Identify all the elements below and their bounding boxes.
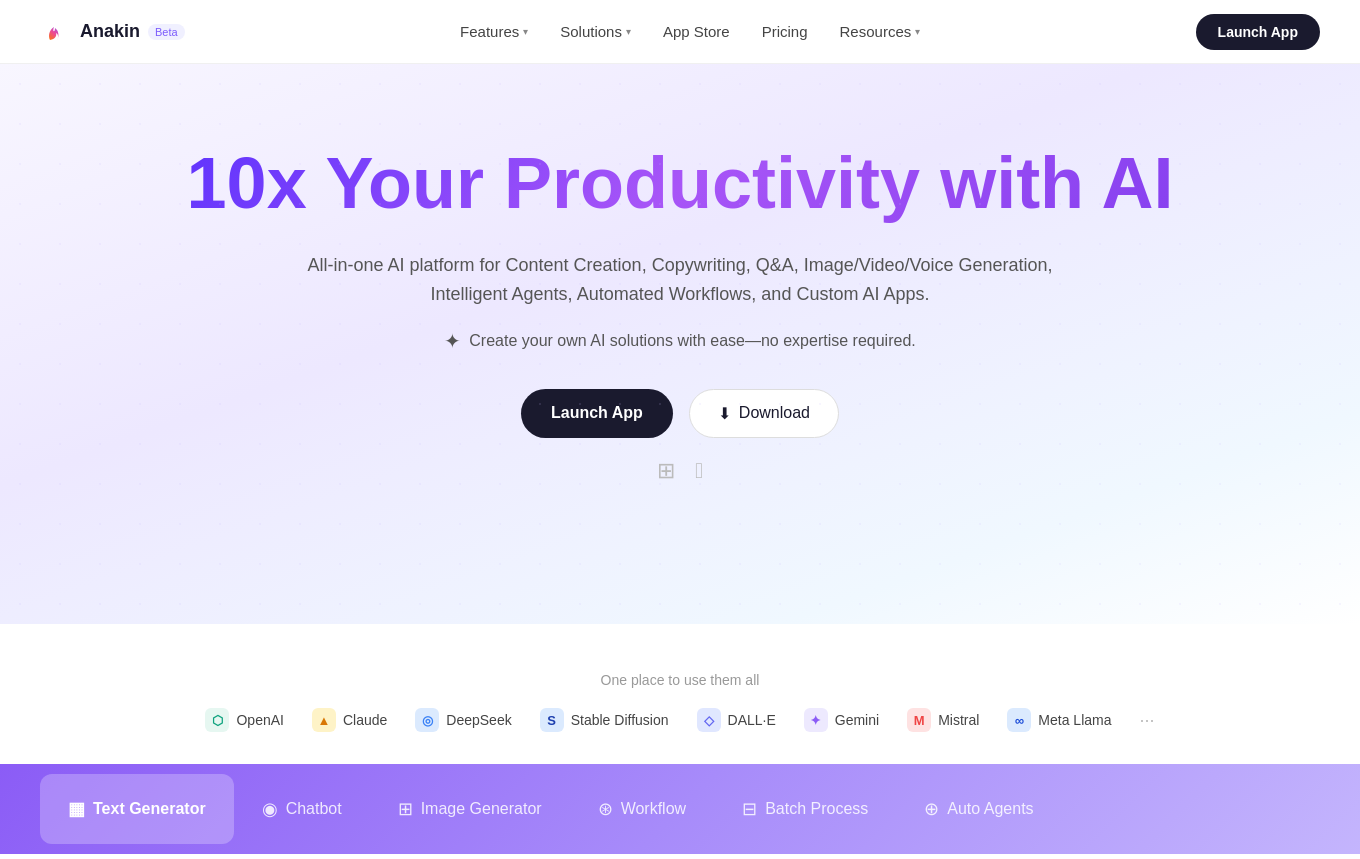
nav-links: Features ▾ Solutions ▾ App Store Pricing… xyxy=(460,23,920,40)
nav-features[interactable]: Features ▾ xyxy=(460,23,528,40)
tab-text-generator[interactable]: ▦ Text Generator xyxy=(40,774,234,844)
brands-label: One place to use them all xyxy=(40,672,1320,688)
tab-label: Batch Process xyxy=(765,800,868,818)
brand-item[interactable]: ◇ DALL·E xyxy=(697,708,776,732)
brand-name: Mistral xyxy=(938,712,979,728)
brand-logo: ▲ xyxy=(312,708,336,732)
hero-buttons: Launch App ⬇ Download xyxy=(20,389,1340,438)
beta-badge: Beta xyxy=(148,24,185,40)
hero-launch-button[interactable]: Launch App xyxy=(521,389,673,438)
hero-download-button[interactable]: ⬇ Download xyxy=(689,389,839,438)
brand-logo: ◎ xyxy=(415,708,439,732)
tab-icon: ◉ xyxy=(262,798,278,820)
windows-icon[interactable]: ⊞ xyxy=(657,458,675,484)
nav-solutions[interactable]: Solutions ▾ xyxy=(560,23,631,40)
brand-name: DALL·E xyxy=(728,712,776,728)
hero-os-icons: ⊞  xyxy=(20,458,1340,484)
nav-pricing[interactable]: Pricing xyxy=(762,23,808,40)
brand-name: Stable Diffusion xyxy=(571,712,669,728)
apple-icon[interactable]:  xyxy=(695,458,703,484)
tab-workflow[interactable]: ⊛ Workflow xyxy=(570,774,715,844)
brand-name: DeepSeek xyxy=(446,712,511,728)
brand-item[interactable]: ⬡ OpenAI xyxy=(205,708,283,732)
chevron-icon: ▾ xyxy=(523,26,528,37)
chevron-icon: ▾ xyxy=(626,26,631,37)
brand-item[interactable]: ◎ DeepSeek xyxy=(415,708,511,732)
tab-icon: ⊛ xyxy=(598,798,613,820)
brand-logo: ∞ xyxy=(1007,708,1031,732)
tab-label: Workflow xyxy=(621,800,687,818)
hero-tagline: ✦ Create your own AI solutions with ease… xyxy=(20,329,1340,353)
tab-icon: ⊕ xyxy=(924,798,939,820)
brand-logo: S xyxy=(540,708,564,732)
brand-name: OpenAI xyxy=(236,712,283,728)
download-icon: ⬇ xyxy=(718,404,731,423)
brand-item[interactable]: ✦ Gemini xyxy=(804,708,879,732)
brands-section: One place to use them all ⬡ OpenAI ▲ Cla… xyxy=(0,624,1360,764)
tab-batch-process[interactable]: ⊟ Batch Process xyxy=(714,774,896,844)
logo-icon xyxy=(40,16,72,48)
brand-name: Meta Llama xyxy=(1038,712,1111,728)
sparkle-icon: ✦ xyxy=(444,329,461,353)
tab-label: Chatbot xyxy=(286,800,342,818)
logo[interactable]: Anakin Beta xyxy=(40,16,185,48)
brand-name: Gemini xyxy=(835,712,879,728)
nav-resources[interactable]: Resources ▾ xyxy=(840,23,921,40)
bottom-tabs: ▦ Text Generator ◉ Chatbot ⊞ Image Gener… xyxy=(0,764,1360,854)
tab-label: Text Generator xyxy=(93,800,206,818)
brands-more: ··· xyxy=(1140,710,1155,731)
nav-appstore[interactable]: App Store xyxy=(663,23,730,40)
nav-launch-button[interactable]: Launch App xyxy=(1196,14,1320,50)
tab-chatbot[interactable]: ◉ Chatbot xyxy=(234,774,370,844)
hero-subtitle: All-in-one AI platform for Content Creat… xyxy=(300,251,1060,309)
tab-icon: ⊟ xyxy=(742,798,757,820)
brand-item[interactable]: M Mistral xyxy=(907,708,979,732)
tab-label: Image Generator xyxy=(421,800,542,818)
brand-logo: ◇ xyxy=(697,708,721,732)
tab-label: Auto Agents xyxy=(947,800,1033,818)
tab-image-generator[interactable]: ⊞ Image Generator xyxy=(370,774,570,844)
tab-auto-agents[interactable]: ⊕ Auto Agents xyxy=(896,774,1061,844)
brand-item[interactable]: S Stable Diffusion xyxy=(540,708,669,732)
hero-title: 10x Your Productivity with AI xyxy=(20,144,1340,223)
brands-list: ⬡ OpenAI ▲ Claude ◎ DeepSeek S Stable Di… xyxy=(40,708,1320,732)
logo-name: Anakin xyxy=(80,21,140,42)
navbar: Anakin Beta Features ▾ Solutions ▾ App S… xyxy=(0,0,1360,64)
brand-item[interactable]: ∞ Meta Llama xyxy=(1007,708,1111,732)
tab-icon: ▦ xyxy=(68,798,85,820)
tab-icon: ⊞ xyxy=(398,798,413,820)
brand-logo: ⬡ xyxy=(205,708,229,732)
brand-logo: M xyxy=(907,708,931,732)
hero-section: 10x Your Productivity with AI All-in-one… xyxy=(0,64,1360,624)
brand-item[interactable]: ▲ Claude xyxy=(312,708,387,732)
brand-logo: ✦ xyxy=(804,708,828,732)
brand-name: Claude xyxy=(343,712,387,728)
chevron-icon: ▾ xyxy=(915,26,920,37)
